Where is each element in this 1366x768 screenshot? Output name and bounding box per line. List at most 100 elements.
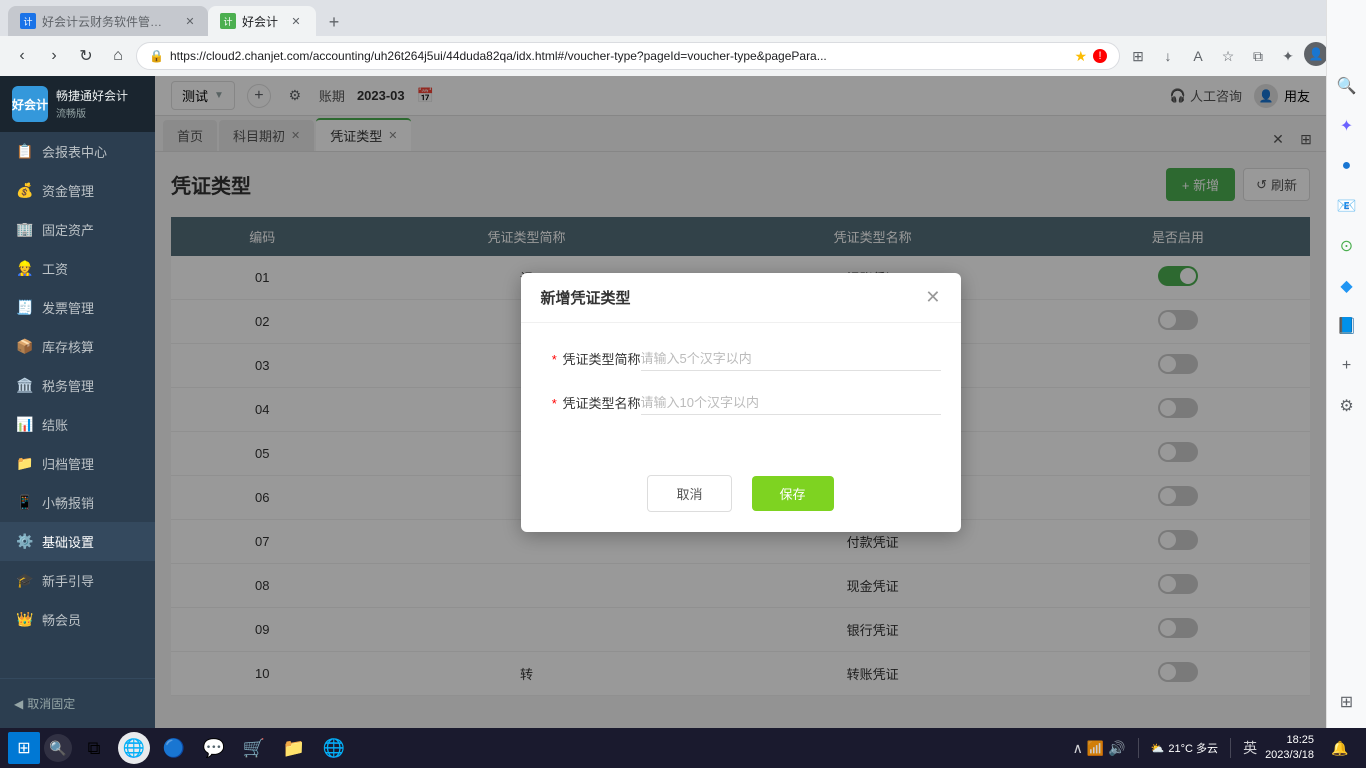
- weather-temp: 21°C 多云: [1168, 740, 1218, 756]
- cancel-fixed-button[interactable]: ◀ 取消固定: [10, 689, 145, 718]
- font-btn[interactable]: A: [1184, 42, 1212, 70]
- sidebar-item-inventory[interactable]: 📦 库存核算: [0, 327, 155, 366]
- weather-divider: [1230, 738, 1231, 758]
- new-tab-button[interactable]: +: [320, 8, 348, 36]
- modal-body: * 凭证类型简称 * 凭证类型名称: [521, 323, 961, 459]
- sidebar-item-expense[interactable]: 📱 小畅报销: [0, 483, 155, 522]
- address-text: https://cloud2.chanjet.com/accounting/uh…: [170, 49, 1068, 63]
- reload-button[interactable]: ↻: [72, 42, 100, 70]
- sidebar-item-closing[interactable]: 📊 结账: [0, 405, 155, 444]
- browser-tab-2[interactable]: 计 好会计 ✕: [208, 6, 316, 36]
- right-circle-btn[interactable]: ⊙: [1331, 230, 1363, 262]
- sidebar-inventory-label: 库存核算: [42, 337, 94, 356]
- start-button[interactable]: ⊞: [8, 732, 40, 764]
- taskbar-store-icon[interactable]: 🛒: [238, 732, 270, 764]
- tab1-favicon: 计: [20, 13, 36, 29]
- name-required-mark: *: [552, 396, 557, 411]
- sidebar-logo: 好会计 畅捷通好会计 流畅版: [0, 76, 155, 132]
- right-diamond-btn[interactable]: ◆: [1331, 270, 1363, 302]
- sidebar-expense-label: 小畅报销: [42, 493, 94, 512]
- right-grid-btn[interactable]: ⊞: [1331, 686, 1363, 718]
- extensions-btn[interactable]: ⊞: [1124, 42, 1152, 70]
- modal-close-button[interactable]: ✕: [925, 287, 940, 308]
- right-copilot-btn[interactable]: ✦: [1331, 110, 1363, 142]
- taskbar-search-button[interactable]: 🔍: [44, 734, 72, 762]
- home-button[interactable]: ⌂: [104, 42, 132, 70]
- logo-text: 畅捷通好会计: [56, 88, 128, 105]
- funds-icon: 💰: [16, 182, 34, 199]
- sidebar-settings-label: 基础设置: [42, 532, 94, 551]
- forward-button[interactable]: ›: [40, 42, 68, 70]
- abbr-label: * 凭证类型简称: [541, 349, 641, 368]
- tray-divider: [1138, 738, 1139, 758]
- right-add-btn[interactable]: +: [1331, 350, 1363, 382]
- sidebar-item-member[interactable]: 👑 畅会员: [0, 600, 155, 639]
- sidebar-menu: 📋 会报表中心 💰 资金管理 🏢 固定资产 👷 工资 🧾 发票管理 📦 库存核算…: [0, 132, 155, 678]
- sidebar-item-tax[interactable]: 🏛️ 税务管理: [0, 366, 155, 405]
- collections-btn[interactable]: ✦: [1274, 42, 1302, 70]
- sidebar: 好会计 畅捷通好会计 流畅版 📋 会报表中心 💰 资金管理 🏢 固定资产 👷 工…: [0, 76, 155, 728]
- address-bar[interactable]: 🔒 https://cloud2.chanjet.com/accounting/…: [136, 42, 1120, 70]
- tab2-label: 好会计: [242, 13, 278, 30]
- salary-icon: 👷: [16, 260, 34, 277]
- taskbar-wechat-icon[interactable]: 💬: [198, 732, 230, 764]
- downloads-btn[interactable]: ↓: [1154, 42, 1182, 70]
- notification-button[interactable]: 🔔: [1324, 732, 1356, 764]
- tray-wifi-icon[interactable]: 📶: [1087, 740, 1104, 757]
- tab1-close[interactable]: ✕: [184, 13, 196, 29]
- cancel-fixed-label: 取消固定: [27, 695, 75, 712]
- right-panel: 🔍 ✦ ● 📧 ⊙ ◆ 📘 + ⚙ ⊞ ⚙: [1326, 0, 1366, 768]
- favorites-btn[interactable]: ☆: [1214, 42, 1242, 70]
- right-settings-btn[interactable]: ⚙: [1331, 390, 1363, 422]
- member-icon: 👑: [16, 611, 34, 628]
- taskbar-datetime[interactable]: 18:25 2023/3/18: [1265, 733, 1314, 764]
- taskbar: ⊞ 🔍 ⧉ 🌐 🔵 💬 🛒 📁 🌐 ∧ 📶 🔊 ⛅ 21°C 多云 英 18:2…: [0, 728, 1366, 768]
- browser-tabs-bar: 计 好会计云财务软件管理系统_会计 ✕ 计 好会计 ✕ +: [0, 0, 1366, 36]
- sidebar-item-reports[interactable]: 📋 会报表中心: [0, 132, 155, 171]
- sidebar-item-settings[interactable]: ⚙️ 基础设置: [0, 522, 155, 561]
- save-button[interactable]: 保存: [752, 476, 834, 511]
- sidebar-item-archive[interactable]: 📁 归档管理: [0, 444, 155, 483]
- sidebar-item-invoice[interactable]: 🧾 发票管理: [0, 288, 155, 327]
- sidebar-reports-label: 会报表中心: [42, 142, 107, 161]
- taskbar-edge-icon[interactable]: 🔵: [158, 732, 190, 764]
- right-book-btn[interactable]: 📘: [1331, 310, 1363, 342]
- sidebar-assets-label: 固定资产: [42, 220, 94, 239]
- taskbar-time-value: 18:25: [1265, 733, 1314, 748]
- sidebar-item-salary[interactable]: 👷 工资: [0, 249, 155, 288]
- right-blue-btn[interactable]: ●: [1331, 150, 1363, 182]
- taskbar-tray: ∧ 📶 🔊: [1073, 740, 1126, 757]
- sidebar-invoice-label: 发票管理: [42, 298, 94, 317]
- browser-tab-1[interactable]: 计 好会计云财务软件管理系统_会计 ✕: [8, 6, 208, 36]
- taskbar-chrome-icon[interactable]: 🌐: [118, 732, 150, 764]
- right-search-btn[interactable]: 🔍: [1331, 70, 1363, 102]
- name-input[interactable]: [641, 391, 941, 415]
- tray-lang-icon[interactable]: 英: [1243, 738, 1257, 758]
- pin-icon: ◀: [14, 697, 23, 711]
- taskbar-multiview-btn[interactable]: ⧉: [78, 732, 110, 764]
- sidebar-item-assets[interactable]: 🏢 固定资产: [0, 210, 155, 249]
- split-view-btn[interactable]: ⧉: [1244, 42, 1272, 70]
- abbr-input[interactable]: [641, 347, 941, 371]
- weather-icon: ⛅: [1151, 742, 1165, 755]
- expense-icon: 📱: [16, 494, 34, 511]
- sidebar-archive-label: 归档管理: [42, 454, 94, 473]
- tray-up-arrow[interactable]: ∧: [1073, 740, 1083, 757]
- back-button[interactable]: ‹: [8, 42, 36, 70]
- right-outlook-btn[interactable]: 📧: [1331, 190, 1363, 222]
- abbr-required-mark: *: [552, 352, 557, 367]
- add-voucher-modal: 新增凭证类型 ✕ * 凭证类型简称 * 凭证类型名称 取消 保存: [521, 273, 961, 532]
- sidebar-item-guide[interactable]: 🎓 新手引导: [0, 561, 155, 600]
- modal-header: 新增凭证类型 ✕: [521, 273, 961, 323]
- sidebar-salary-label: 工资: [42, 259, 68, 278]
- sidebar-item-funds[interactable]: 💰 资金管理: [0, 171, 155, 210]
- tab2-close[interactable]: ✕: [288, 13, 304, 29]
- logo-sub: 流畅版: [56, 105, 128, 120]
- tray-sound-icon[interactable]: 🔊: [1108, 740, 1125, 757]
- reports-icon: 📋: [16, 143, 34, 160]
- taskbar-weather[interactable]: ⛅ 21°C 多云: [1151, 740, 1218, 756]
- profile-btn[interactable]: 👤: [1304, 42, 1328, 66]
- cancel-button[interactable]: 取消: [647, 475, 731, 512]
- taskbar-msedge-icon[interactable]: 🌐: [318, 732, 350, 764]
- taskbar-folder-icon[interactable]: 📁: [278, 732, 310, 764]
